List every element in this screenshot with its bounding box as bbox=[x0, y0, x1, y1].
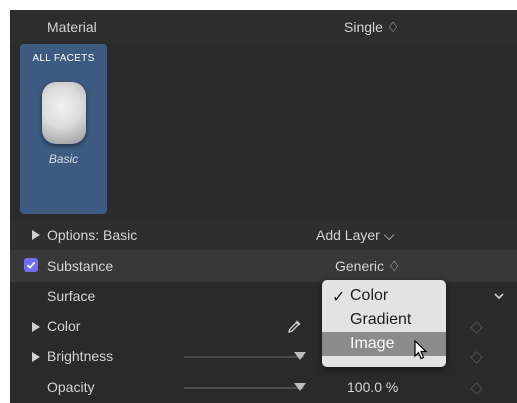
opacity-row: Opacity 100.0 % bbox=[10, 372, 517, 403]
material-header: Material Single ♢ bbox=[10, 10, 517, 44]
inspector-panel: Material Single ♢ ALL FACETS Basic Optio… bbox=[10, 10, 517, 403]
options-row[interactable]: Options: Basic Add Layer ⌵ bbox=[10, 220, 517, 250]
disclosure-triangle-icon[interactable] bbox=[32, 230, 40, 240]
color-label: Color bbox=[47, 318, 81, 334]
facet-card-all-facets[interactable]: ALL FACETS Basic bbox=[20, 44, 107, 214]
chevron-down-icon[interactable] bbox=[494, 293, 504, 300]
keyframe-icon[interactable] bbox=[470, 382, 483, 395]
disclosure-triangle-icon[interactable] bbox=[32, 352, 40, 362]
substance-checkbox[interactable] bbox=[24, 258, 38, 272]
substance-row: Substance Generic ♢ bbox=[10, 250, 517, 282]
menu-item-color[interactable]: ✓ Color bbox=[322, 284, 446, 308]
material-thumbnail bbox=[42, 82, 86, 144]
opacity-value[interactable]: 100.0 % bbox=[347, 379, 398, 395]
menu-item-label: Gradient bbox=[350, 311, 412, 328]
brightness-slider[interactable] bbox=[184, 356, 304, 358]
menu-check-mark: ✓ bbox=[332, 289, 346, 306]
menu-item-label: Image bbox=[350, 335, 395, 352]
facet-title: ALL FACETS bbox=[32, 53, 95, 64]
menu-item-label: Color bbox=[350, 287, 389, 304]
material-label: Material bbox=[47, 19, 97, 35]
checkmark-icon bbox=[26, 261, 36, 269]
keyframe-icon[interactable] bbox=[470, 351, 483, 364]
opacity-label: Opacity bbox=[47, 379, 95, 395]
opacity-slider[interactable] bbox=[184, 387, 304, 389]
facet-name: Basic bbox=[48, 152, 79, 166]
brightness-label: Brightness bbox=[47, 348, 114, 364]
add-layer-popup[interactable]: Add Layer ⌵ bbox=[316, 227, 394, 244]
eyedropper-icon[interactable] bbox=[287, 318, 303, 334]
substance-popup[interactable]: Generic ♢ bbox=[335, 258, 400, 275]
material-mode-popup[interactable]: Single ♢ bbox=[344, 19, 399, 36]
mouse-cursor-icon bbox=[414, 340, 428, 360]
brightness-slider-knob[interactable] bbox=[294, 352, 306, 360]
disclosure-triangle-icon[interactable] bbox=[32, 322, 40, 332]
facets-area: ALL FACETS Basic bbox=[10, 44, 517, 220]
options-label: Options: Basic bbox=[47, 227, 138, 243]
opacity-slider-knob[interactable] bbox=[294, 383, 306, 391]
surface-label: Surface bbox=[47, 288, 96, 304]
substance-label: Substance bbox=[47, 258, 114, 274]
menu-item-gradient[interactable]: Gradient bbox=[322, 308, 446, 332]
keyframe-icon[interactable] bbox=[470, 321, 483, 334]
